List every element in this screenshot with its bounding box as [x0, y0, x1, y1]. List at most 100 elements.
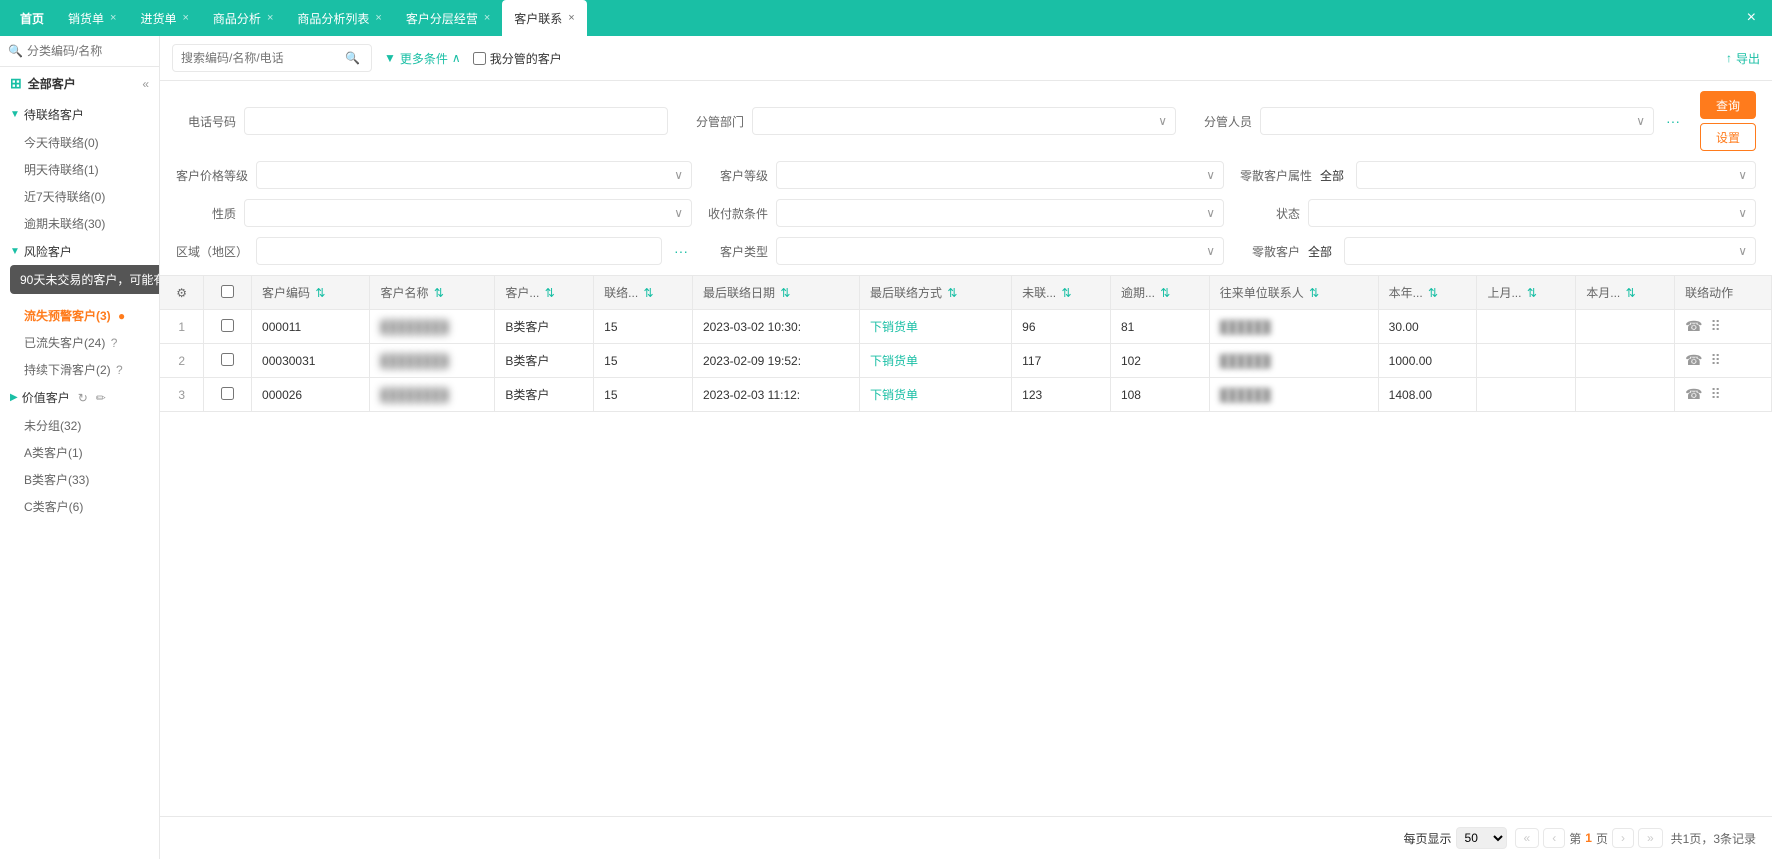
more-actions-icon[interactable]: ⠿	[1711, 352, 1721, 369]
dept-chevron-icon: ∨	[1158, 114, 1167, 128]
pending-arrow-icon: ▼	[10, 109, 20, 120]
code-column-header[interactable]: 客户编码 ⇅	[252, 276, 370, 310]
sidebar-item-churn-warning[interactable]: 流失预警客户(3) ●	[0, 302, 159, 329]
contact-icon[interactable]: ☎	[1685, 386, 1702, 403]
first-page-button[interactable]: «	[1515, 828, 1540, 848]
prev-page-button[interactable]: ‹	[1543, 828, 1565, 848]
row-checkbox-cell[interactable]	[204, 378, 252, 412]
nature-select[interactable]: ∨	[244, 199, 692, 227]
region-dots[interactable]: ···	[670, 243, 692, 259]
churned-help-icon: ?	[111, 336, 118, 350]
uncontacted-column-header[interactable]: 未联... ⇅	[1012, 276, 1111, 310]
name-column-header[interactable]: 客户名称 ⇅	[370, 276, 495, 310]
sidebar-item-tomorrow-pending[interactable]: 明天待联络(1)	[0, 156, 159, 183]
value-refresh-icon[interactable]: ↻	[78, 391, 88, 405]
nav-customer-layer-close[interactable]: ×	[484, 12, 490, 24]
nav-customer-layer[interactable]: 客户分层经营 ×	[394, 0, 502, 36]
nav-analysis-list[interactable]: 商品分析列表 ×	[285, 0, 393, 36]
sidebar-item-week-pending[interactable]: 近7天待联络(0)	[0, 183, 159, 210]
row-checkbox-cell[interactable]	[204, 344, 252, 378]
type-column-header[interactable]: 客户... ⇅	[495, 276, 594, 310]
sidebar-collapse-icon[interactable]: «	[142, 77, 149, 91]
row-checkbox[interactable]	[221, 387, 234, 400]
more-actions-icon[interactable]: ⠿	[1711, 386, 1721, 403]
nav-analysis-close[interactable]: ×	[267, 12, 273, 24]
row-checkbox[interactable]	[221, 319, 234, 332]
nav-analysis-list-close[interactable]: ×	[375, 12, 381, 24]
nav-customer-contact-close[interactable]: ×	[568, 12, 574, 24]
scatter-customer-select[interactable]: ∨	[1344, 237, 1756, 265]
current-month-column-header[interactable]: 本月... ⇅	[1576, 276, 1675, 310]
payment-select[interactable]: ∨	[776, 199, 1224, 227]
contact-icon[interactable]: ☎	[1685, 318, 1702, 335]
sidebar-item-churned[interactable]: 已流失客户(24) ?	[0, 329, 159, 356]
last-contact-method-cell[interactable]: 下销货单	[860, 378, 1012, 412]
last-contact-method-cell[interactable]: 下销货单	[860, 310, 1012, 344]
my-customer-checkbox[interactable]	[473, 52, 486, 65]
manager-dots[interactable]: ···	[1662, 113, 1684, 129]
export-button[interactable]: ↑ 导出	[1726, 50, 1760, 67]
per-page-select[interactable]: 50 100	[1456, 827, 1507, 849]
search-button[interactable]: 🔍	[345, 51, 360, 65]
sidebar-item-today-pending[interactable]: 今天待联络(0)	[0, 129, 159, 156]
contact-count-column-header[interactable]: 联络... ⇅	[594, 276, 693, 310]
manager-chevron-icon: ∨	[1636, 114, 1645, 128]
uncontacted-days-cell: 96	[1012, 310, 1111, 344]
settings-button[interactable]: 设置	[1700, 123, 1756, 151]
sidebar-item-declining[interactable]: 持续下滑客户(2) ?	[0, 356, 159, 383]
search-input[interactable]	[181, 51, 341, 65]
select-all-checkbox[interactable]	[221, 285, 234, 298]
nav-purchase-close[interactable]: ×	[182, 12, 188, 24]
nav-sales[interactable]: 销货单 ×	[56, 0, 128, 36]
status-select[interactable]: ∨	[1308, 199, 1756, 227]
current-year-column-header[interactable]: 本年... ⇅	[1378, 276, 1477, 310]
last-contact-method-cell[interactable]: 下销货单	[860, 344, 1012, 378]
sidebar-all-customers[interactable]: ⊞ 全部客户 «	[0, 67, 159, 100]
row-checkbox[interactable]	[221, 353, 234, 366]
gear-column-header[interactable]: ⚙	[160, 276, 204, 310]
region-select[interactable]	[256, 237, 662, 265]
last-date-column-header[interactable]: 最后联络日期 ⇅	[692, 276, 859, 310]
sidebar-item-class-b[interactable]: B类客户(33)	[0, 466, 159, 493]
last-method-column-header[interactable]: 最后联络方式 ⇅	[860, 276, 1012, 310]
phone-input[interactable]	[244, 107, 668, 135]
nav-analysis[interactable]: 商品分析 ×	[201, 0, 285, 36]
dept-select[interactable]: ∨	[752, 107, 1176, 135]
risk-group-label: 风险客户	[24, 243, 72, 260]
contact-icon[interactable]: ☎	[1685, 352, 1702, 369]
row-checkbox-cell[interactable]	[204, 310, 252, 344]
more-conditions-button[interactable]: ▼ 更多条件 ∧	[384, 50, 461, 67]
last-month-column-header[interactable]: 上月... ⇅	[1477, 276, 1576, 310]
my-customer-checkbox-wrap[interactable]: 我分管的客户	[473, 50, 562, 67]
nav-customer-contact[interactable]: 客户联系 ×	[502, 0, 586, 36]
nav-home[interactable]: 首页	[8, 0, 56, 36]
next-page-button[interactable]: ›	[1612, 828, 1634, 848]
sidebar-item-ungrouped[interactable]: 未分组(32)	[0, 412, 159, 439]
sidebar-item-class-a[interactable]: A类客户(1)	[0, 439, 159, 466]
sidebar-search-input[interactable]	[27, 44, 151, 58]
query-button[interactable]: 查询	[1700, 91, 1756, 119]
manager-select[interactable]: ∨	[1260, 107, 1654, 135]
last-page-button[interactable]: »	[1638, 828, 1663, 848]
sidebar-group-value-title[interactable]: ▶ 价值客户 ↻ ✏	[0, 383, 159, 412]
last-date-sort-icon: ⇅	[780, 286, 790, 300]
customer-type-select[interactable]: ∨	[776, 237, 1224, 265]
close-window-button[interactable]: ×	[1739, 9, 1764, 27]
value-edit-icon[interactable]: ✏	[96, 391, 106, 405]
price-level-select[interactable]: ∨	[256, 161, 692, 189]
more-actions-icon[interactable]: ⠿	[1711, 318, 1721, 335]
main-layout: 🔍 ⊞ 全部客户 « ▼ 待联络客户 今天待联络(0)	[0, 36, 1772, 859]
checkbox-column-header[interactable]	[204, 276, 252, 310]
phone-label: 电话号码	[176, 113, 236, 130]
sidebar-group-risk-title[interactable]: ▼ 风险客户	[0, 237, 159, 266]
contact-person-column-header[interactable]: 往来单位联系人 ⇅	[1209, 276, 1378, 310]
sidebar-group-pending-title[interactable]: ▼ 待联络客户	[0, 100, 159, 129]
overdue-column-header[interactable]: 逾期... ⇅	[1110, 276, 1209, 310]
nav-sales-close[interactable]: ×	[110, 12, 116, 24]
customer-level-select[interactable]: ∨	[776, 161, 1224, 189]
last-contact-date-cell: 2023-02-09 19:52:	[692, 344, 859, 378]
sidebar-item-class-c[interactable]: C类客户(6)	[0, 493, 159, 520]
sidebar-item-overdue-pending[interactable]: 逾期未联络(30)	[0, 210, 159, 237]
nav-purchase[interactable]: 进货单 ×	[128, 0, 200, 36]
scatter-attr-select[interactable]: ∨	[1356, 161, 1756, 189]
